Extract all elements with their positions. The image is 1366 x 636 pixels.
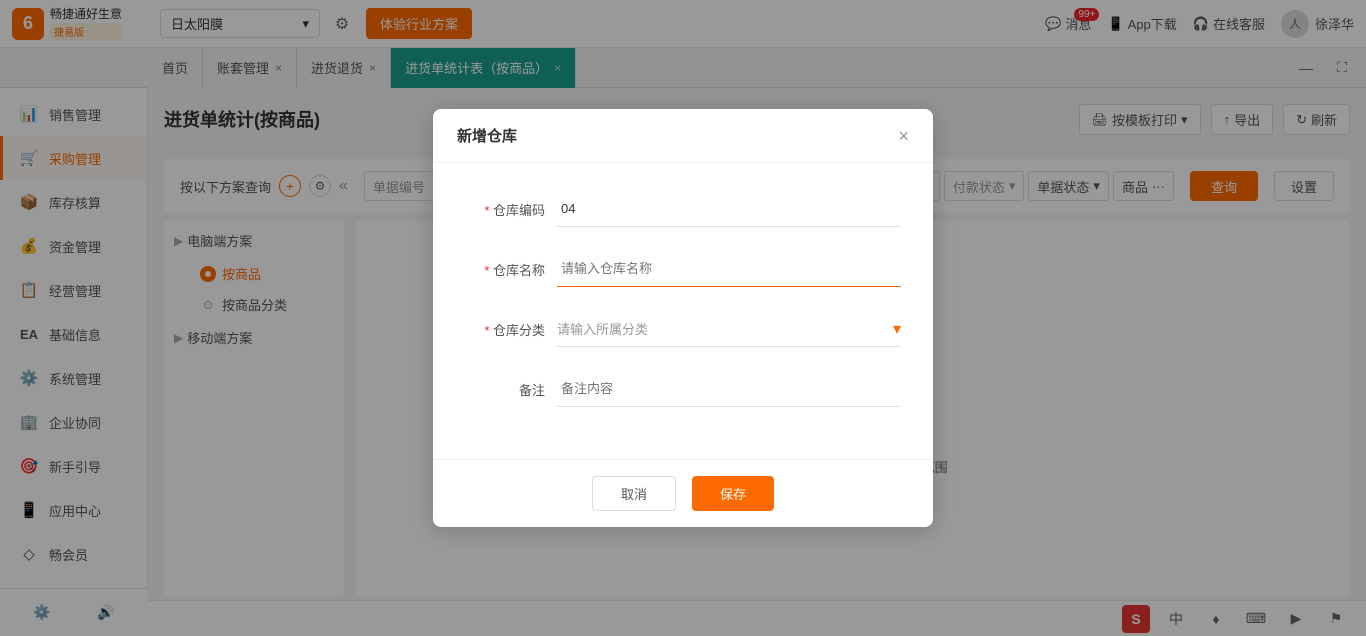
modal-footer: 取消 保存 <box>433 459 933 527</box>
warehouse-category-label: 仓库分类 <box>465 320 545 339</box>
warehouse-code-field: 仓库编码 <box>465 191 901 227</box>
warehouse-name-input[interactable] <box>557 251 901 287</box>
cancel-button[interactable]: 取消 <box>592 476 676 511</box>
save-button[interactable]: 保存 <box>692 476 774 511</box>
modal-header: 新增仓库 × <box>433 109 933 163</box>
add-warehouse-modal: 新增仓库 × 仓库编码 仓库名称 仓库分类 请输入所属分类 ▾ <box>433 109 933 527</box>
warehouse-remark-input[interactable] <box>557 371 901 407</box>
warehouse-category-field: 仓库分类 请输入所属分类 ▾ <box>465 311 901 347</box>
warehouse-category-placeholder: 请输入所属分类 <box>557 319 648 338</box>
warehouse-code-input[interactable] <box>557 191 901 227</box>
modal-body: 仓库编码 仓库名称 仓库分类 请输入所属分类 ▾ 备注 <box>433 163 933 459</box>
warehouse-category-chevron: ▾ <box>893 319 901 339</box>
warehouse-remark-label: 备注 <box>465 380 545 399</box>
warehouse-remark-field: 备注 <box>465 371 901 407</box>
warehouse-category-select[interactable]: 请输入所属分类 ▾ <box>557 311 901 347</box>
warehouse-code-label: 仓库编码 <box>465 200 545 219</box>
modal-close-button[interactable]: × <box>898 127 909 145</box>
modal-title: 新增仓库 <box>457 125 517 146</box>
modal-overlay: 新增仓库 × 仓库编码 仓库名称 仓库分类 请输入所属分类 ▾ <box>0 0 1366 636</box>
warehouse-name-field: 仓库名称 <box>465 251 901 287</box>
warehouse-name-label: 仓库名称 <box>465 260 545 279</box>
